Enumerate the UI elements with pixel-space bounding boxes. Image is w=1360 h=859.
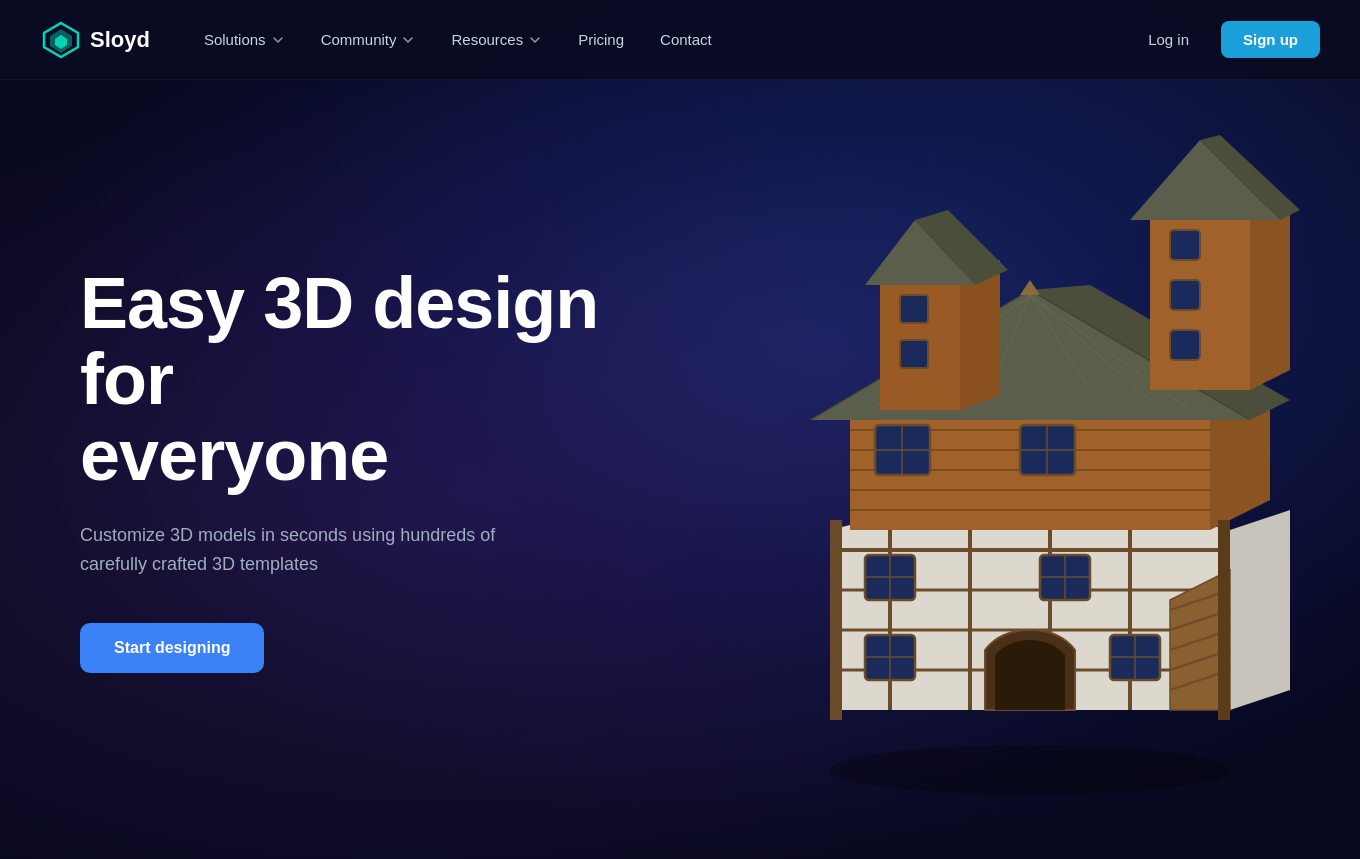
hero-section: Easy 3D design for everyone Customize 3D… bbox=[0, 0, 1360, 859]
hero-title: Easy 3D design for everyone bbox=[80, 266, 600, 493]
chevron-down-icon bbox=[271, 33, 285, 47]
hero-subtitle: Customize 3D models in seconds using hun… bbox=[80, 521, 540, 579]
navbar: Sloyd Solutions Community Resources bbox=[0, 0, 1360, 80]
start-designing-button[interactable]: Start designing bbox=[80, 623, 264, 673]
nav-resources[interactable]: Resources bbox=[437, 23, 556, 56]
hero-title-line2: everyone bbox=[80, 415, 388, 495]
svg-rect-38 bbox=[1170, 280, 1200, 310]
nav-pricing[interactable]: Pricing bbox=[564, 23, 638, 56]
logo-text: Sloyd bbox=[90, 27, 150, 53]
svg-marker-6 bbox=[1230, 510, 1290, 710]
svg-marker-34 bbox=[1250, 200, 1290, 390]
svg-rect-44 bbox=[900, 295, 928, 323]
logo[interactable]: Sloyd bbox=[40, 19, 150, 61]
hero-title-line1: Easy 3D design for bbox=[80, 263, 598, 419]
nav-contact-label: Contact bbox=[660, 31, 712, 48]
building-illustration bbox=[690, 130, 1360, 810]
svg-rect-45 bbox=[900, 340, 928, 368]
svg-rect-37 bbox=[1170, 230, 1200, 260]
navbar-left: Sloyd Solutions Community Resources bbox=[40, 19, 726, 61]
nav-community-label: Community bbox=[321, 31, 397, 48]
nav-resources-label: Resources bbox=[451, 31, 523, 48]
svg-rect-39 bbox=[1170, 330, 1200, 360]
chevron-down-icon bbox=[401, 33, 415, 47]
nav-pricing-label: Pricing bbox=[578, 31, 624, 48]
chevron-down-icon bbox=[528, 33, 542, 47]
nav-community[interactable]: Community bbox=[307, 23, 430, 56]
svg-point-3 bbox=[830, 745, 1230, 795]
hero-content: Easy 3D design for everyone Customize 3D… bbox=[0, 266, 600, 672]
nav-solutions[interactable]: Solutions bbox=[190, 23, 299, 56]
nav-solutions-label: Solutions bbox=[204, 31, 266, 48]
navbar-right: Log in Sign up bbox=[1132, 21, 1320, 58]
logo-icon bbox=[40, 19, 82, 61]
svg-marker-72 bbox=[1020, 280, 1040, 295]
svg-rect-71 bbox=[1218, 520, 1230, 720]
login-button[interactable]: Log in bbox=[1132, 23, 1205, 56]
nav-contact[interactable]: Contact bbox=[646, 23, 726, 56]
hero-visual bbox=[680, 80, 1360, 859]
svg-rect-70 bbox=[830, 520, 842, 720]
signup-button[interactable]: Sign up bbox=[1221, 21, 1320, 58]
nav-links: Solutions Community Resources Pricing bbox=[190, 23, 726, 56]
